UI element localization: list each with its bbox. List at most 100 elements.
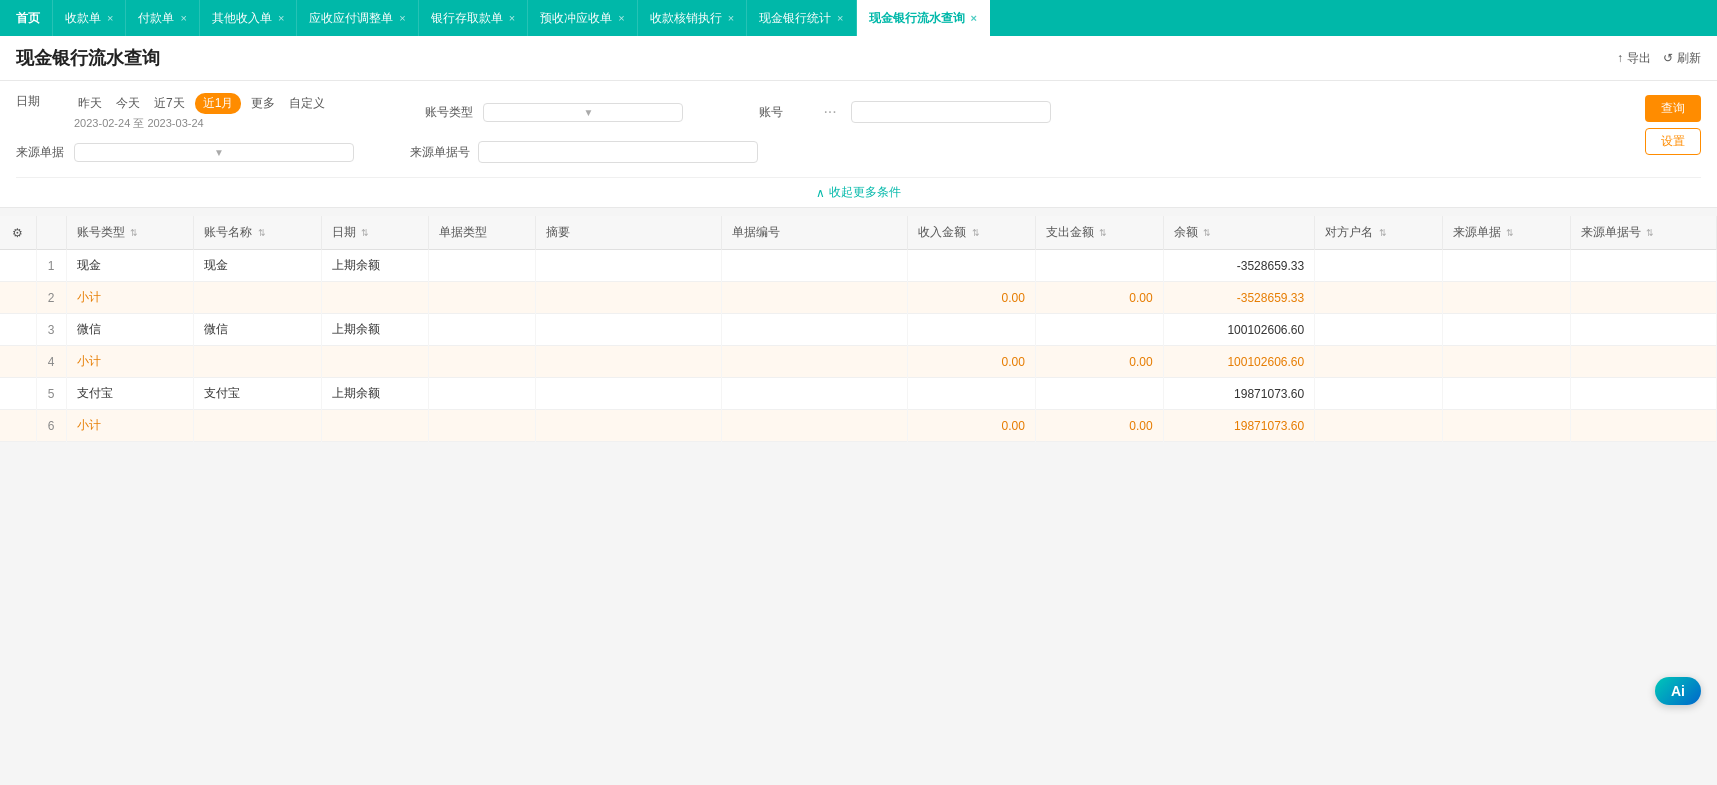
chevron-down-icon: ▼	[214, 147, 345, 158]
date-opt-more[interactable]: 更多	[247, 93, 279, 114]
account-type-label: 账号类型	[425, 104, 475, 121]
collapse-bar[interactable]: ∧ 收起更多条件	[16, 177, 1701, 207]
close-icon[interactable]: ×	[728, 12, 734, 24]
table-cell: 4	[36, 346, 66, 378]
table-cell	[0, 346, 36, 378]
table-cell: 100102606.60	[1163, 314, 1315, 346]
close-icon[interactable]: ×	[278, 12, 284, 24]
table-row: 3微信微信上期余额100102606.60	[0, 314, 1717, 346]
th-gear[interactable]: ⚙	[0, 216, 36, 250]
th-account-name[interactable]: 账号名称 ⇅	[194, 216, 322, 250]
table-cell	[1315, 282, 1443, 314]
table-cell	[1315, 250, 1443, 282]
table-cell: 0.00	[908, 282, 1036, 314]
export-icon: ↑	[1617, 51, 1623, 65]
close-icon[interactable]: ×	[618, 12, 624, 24]
nav-tab-payments[interactable]: 付款单 ×	[126, 0, 199, 36]
table-cell	[722, 282, 908, 314]
table-cell	[1442, 410, 1570, 442]
table-cell: 0.00	[1035, 410, 1163, 442]
th-balance[interactable]: 余额 ⇅	[1163, 216, 1315, 250]
table-cell	[535, 410, 721, 442]
export-button[interactable]: ↑ 导出	[1617, 50, 1651, 67]
th-expense[interactable]: 支出金额 ⇅	[1035, 216, 1163, 250]
nav-tab-other-income[interactable]: 其他收入单 ×	[200, 0, 297, 36]
table-cell	[194, 346, 322, 378]
close-icon[interactable]: ×	[399, 12, 405, 24]
close-icon[interactable]: ×	[971, 12, 977, 24]
table-cell	[1315, 346, 1443, 378]
query-button[interactable]: 查询	[1645, 95, 1701, 122]
th-doc-no: 单据编号	[722, 216, 908, 250]
account-input[interactable]	[851, 101, 1051, 123]
nav-tab-bank-deposits[interactable]: 银行存取款单 ×	[419, 0, 528, 36]
table-cell	[1035, 378, 1163, 410]
table-cell	[908, 250, 1036, 282]
more-dots[interactable]: ···	[823, 103, 836, 121]
table-cell	[1315, 314, 1443, 346]
date-opt-1month[interactable]: 近1月	[195, 93, 242, 114]
close-icon[interactable]: ×	[107, 12, 113, 24]
filter-row-1: 日期 昨天 今天 近7天 近1月 更多 自定义 2023-02-24 至 202…	[16, 93, 1629, 131]
table-cell	[1570, 410, 1716, 442]
date-filter-group: 日期 昨天 今天 近7天 近1月 更多 自定义 2023-02-24 至 202…	[16, 93, 329, 131]
table-cell	[535, 282, 721, 314]
th-source-doc[interactable]: 来源单据 ⇅	[1442, 216, 1570, 250]
date-opt-today[interactable]: 今天	[112, 93, 144, 114]
chevron-down-icon: ▼	[583, 107, 674, 118]
nav-tab-bank-stats[interactable]: 现金银行统计 ×	[747, 0, 856, 36]
th-summary: 摘要	[535, 216, 721, 250]
table-cell: 19871073.60	[1163, 410, 1315, 442]
refresh-button[interactable]: ↺ 刷新	[1663, 50, 1701, 67]
table-cell: 支付宝	[66, 378, 194, 410]
table-cell: 上期余额	[321, 314, 428, 346]
th-source-doc-no[interactable]: 来源单据号 ⇅	[1570, 216, 1716, 250]
table-cell: 支付宝	[194, 378, 322, 410]
close-icon[interactable]: ×	[180, 12, 186, 24]
close-icon[interactable]: ×	[509, 12, 515, 24]
table-cell	[1315, 410, 1443, 442]
nav-home[interactable]: 首页	[4, 0, 53, 36]
nav-tab-receipts[interactable]: 收款单 ×	[53, 0, 126, 36]
table-cell	[1442, 346, 1570, 378]
source-doc-no-input[interactable]	[478, 141, 758, 163]
nav-tab-adjustments[interactable]: 应收应付调整单 ×	[297, 0, 418, 36]
table-cell: 微信	[66, 314, 194, 346]
th-doc-type: 单据类型	[428, 216, 535, 250]
nav-tab-advance[interactable]: 预收冲应收单 ×	[528, 0, 637, 36]
table-cell: 0.00	[908, 346, 1036, 378]
date-opt-7days[interactable]: 近7天	[150, 93, 189, 114]
table-cell	[1570, 314, 1716, 346]
table-row: 6小计0.000.0019871073.60	[0, 410, 1717, 442]
nav-tab-write-off[interactable]: 收款核销执行 ×	[638, 0, 747, 36]
th-idx	[36, 216, 66, 250]
table-cell: 小计	[66, 410, 194, 442]
th-counterpart[interactable]: 对方户名 ⇅	[1315, 216, 1443, 250]
table-cell	[1315, 378, 1443, 410]
table-cell: 现金	[194, 250, 322, 282]
table-cell: 2	[36, 282, 66, 314]
table-cell	[0, 250, 36, 282]
table-header-row: ⚙ 账号类型 ⇅ 账号名称 ⇅ 日期 ⇅ 单据类型 摘要 单据编号 收入金额 ⇅…	[0, 216, 1717, 250]
table-cell: -3528659.33	[1163, 282, 1315, 314]
table-cell: 0.00	[908, 410, 1036, 442]
table-cell: 100102606.60	[1163, 346, 1315, 378]
table-cell	[535, 346, 721, 378]
th-account-type[interactable]: 账号类型 ⇅	[66, 216, 194, 250]
date-opt-custom[interactable]: 自定义	[285, 93, 329, 114]
account-label: 账号	[759, 104, 809, 121]
table-row: 2小计0.000.00-3528659.33	[0, 282, 1717, 314]
table-cell	[428, 250, 535, 282]
table-cell: -3528659.33	[1163, 250, 1315, 282]
table-cell	[0, 282, 36, 314]
account-type-select[interactable]: ▼	[483, 103, 683, 122]
th-date[interactable]: 日期 ⇅	[321, 216, 428, 250]
th-income[interactable]: 收入金额 ⇅	[908, 216, 1036, 250]
table-cell	[428, 282, 535, 314]
settings-button[interactable]: 设置	[1645, 128, 1701, 155]
source-doc-select[interactable]: ▼	[74, 143, 354, 162]
close-icon[interactable]: ×	[837, 12, 843, 24]
nav-tab-bank-flow[interactable]: 现金银行流水查询 ×	[857, 0, 990, 36]
table-row: 1现金现金上期余额-3528659.33	[0, 250, 1717, 282]
date-opt-yesterday[interactable]: 昨天	[74, 93, 106, 114]
